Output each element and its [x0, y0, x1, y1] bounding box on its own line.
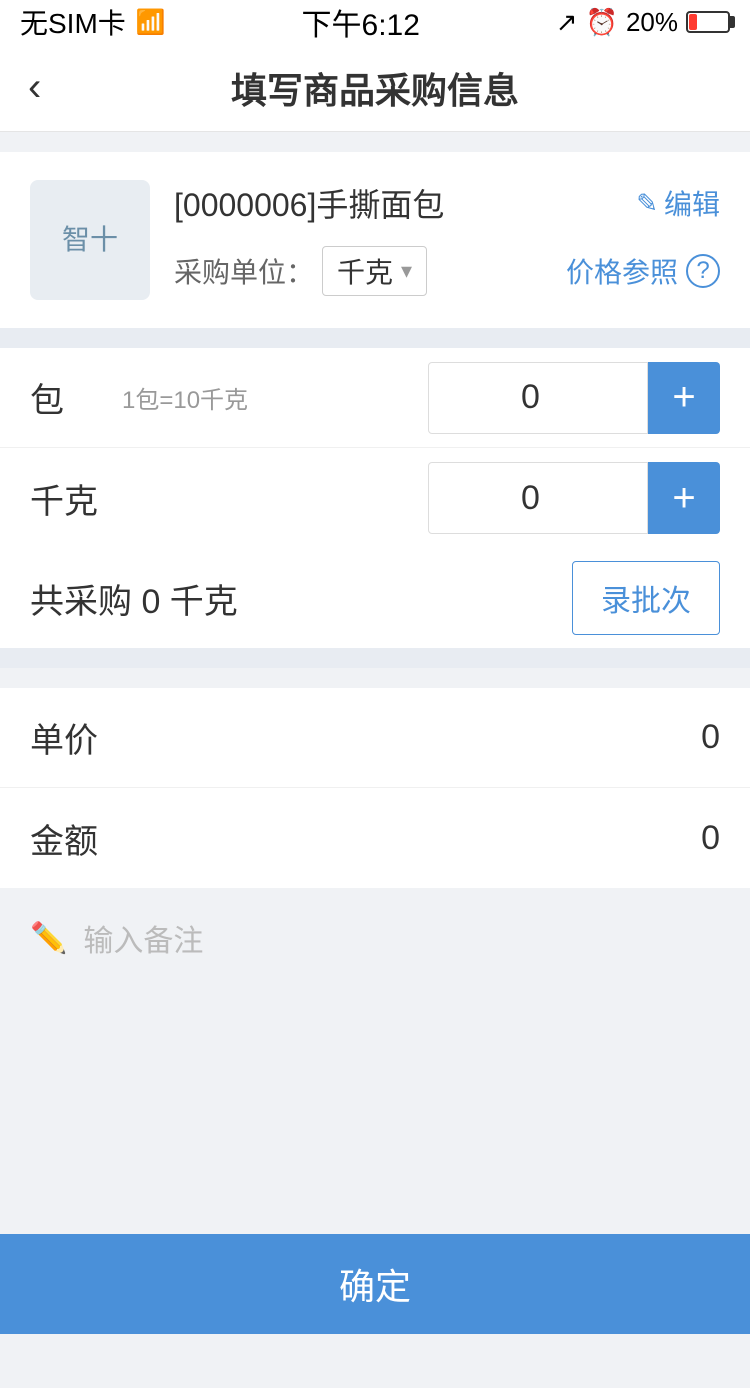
input-section: 包 1包=10千克 + 千克 + — [0, 348, 750, 548]
status-bar: 无SIM卡 📶 下午6:12 ↗ ⏰ 20% — [0, 0, 750, 44]
edit-label: 编辑 — [664, 183, 720, 223]
battery-indicator — [686, 11, 730, 33]
pack-label: 包 — [30, 373, 110, 422]
price-ref-button[interactable]: 价格参照 ? — [566, 251, 720, 291]
unit-select[interactable]: 千克 ▾ — [322, 246, 427, 296]
alarm-icon: ⏰ — [586, 7, 618, 38]
product-card: 智十 [0000006]手撕面包 ✎ 编辑 采购单位： 千克 ▾ 价格参照 ? — [0, 152, 750, 328]
product-name: [0000006]手撕面包 — [174, 180, 444, 226]
kg-input[interactable] — [428, 462, 648, 534]
unit-value: 千克 — [337, 251, 393, 291]
wifi-icon: 📶 — [136, 8, 166, 37]
unit-price-value: 0 — [701, 718, 720, 757]
amount-value: 0 — [701, 819, 720, 858]
kg-plus-button[interactable]: + — [648, 462, 720, 534]
amount-label: 金额 — [30, 814, 98, 863]
back-button[interactable]: ‹ — [28, 65, 41, 110]
pack-sublabel: 1包=10千克 — [122, 380, 428, 415]
page-title: 填写商品采购信息 — [231, 62, 519, 114]
price-section: 单价 0 金额 0 — [0, 688, 750, 888]
unit-price-label: 单价 — [30, 713, 98, 762]
kg-input-row: 千克 + — [0, 448, 750, 548]
total-row: 共采购 0 千克 录批次 — [0, 548, 750, 648]
pack-input-row: 包 1包=10千克 + — [0, 348, 750, 448]
status-time: 下午6:12 — [302, 0, 420, 44]
kg-field-wrap: + — [428, 462, 720, 534]
remark-section[interactable]: ✏️ 输入备注 — [0, 888, 750, 988]
product-name-row: [0000006]手撕面包 ✎ 编辑 — [174, 180, 720, 226]
amount-row: 金额 0 — [0, 788, 750, 888]
product-unit-row: 采购单位： 千克 ▾ 价格参照 ? — [174, 246, 720, 296]
unit-label: 采购单位： — [174, 251, 314, 291]
carrier-text: 无SIM卡 — [20, 2, 126, 42]
pack-plus-button[interactable]: + — [648, 362, 720, 434]
edit-button[interactable]: ✎ 编辑 — [636, 183, 720, 223]
record-batch-button[interactable]: 录批次 — [572, 561, 720, 635]
product-thumbnail: 智十 — [30, 180, 150, 300]
battery-fill — [689, 14, 697, 30]
pack-input[interactable] — [428, 362, 648, 434]
product-info: [0000006]手撕面包 ✎ 编辑 采购单位： 千克 ▾ 价格参照 ? — [174, 180, 720, 296]
section-divider-2 — [0, 648, 750, 668]
status-left: 无SIM卡 📶 — [20, 2, 166, 42]
chevron-down-icon: ▾ — [401, 258, 412, 284]
location-icon: ↗ — [556, 7, 578, 38]
battery-percent: 20% — [626, 7, 678, 38]
kg-label: 千克 — [30, 474, 110, 523]
pencil-icon: ✏️ — [30, 921, 67, 956]
status-right: ↗ ⏰ 20% — [556, 7, 730, 38]
help-icon[interactable]: ? — [686, 254, 720, 288]
price-ref-label: 价格参照 — [566, 251, 678, 291]
product-logo: 智十 — [62, 223, 118, 257]
remark-input[interactable]: 输入备注 — [83, 916, 203, 960]
nav-bar: ‹ 填写商品采购信息 — [0, 44, 750, 132]
confirm-button[interactable]: 确定 — [0, 1234, 750, 1334]
edit-icon: ✎ — [636, 188, 658, 219]
total-label: 共采购 0 千克 — [30, 574, 238, 623]
unit-price-row: 单价 0 — [0, 688, 750, 788]
section-divider-1 — [0, 328, 750, 348]
pack-field-wrap: + — [428, 362, 720, 434]
